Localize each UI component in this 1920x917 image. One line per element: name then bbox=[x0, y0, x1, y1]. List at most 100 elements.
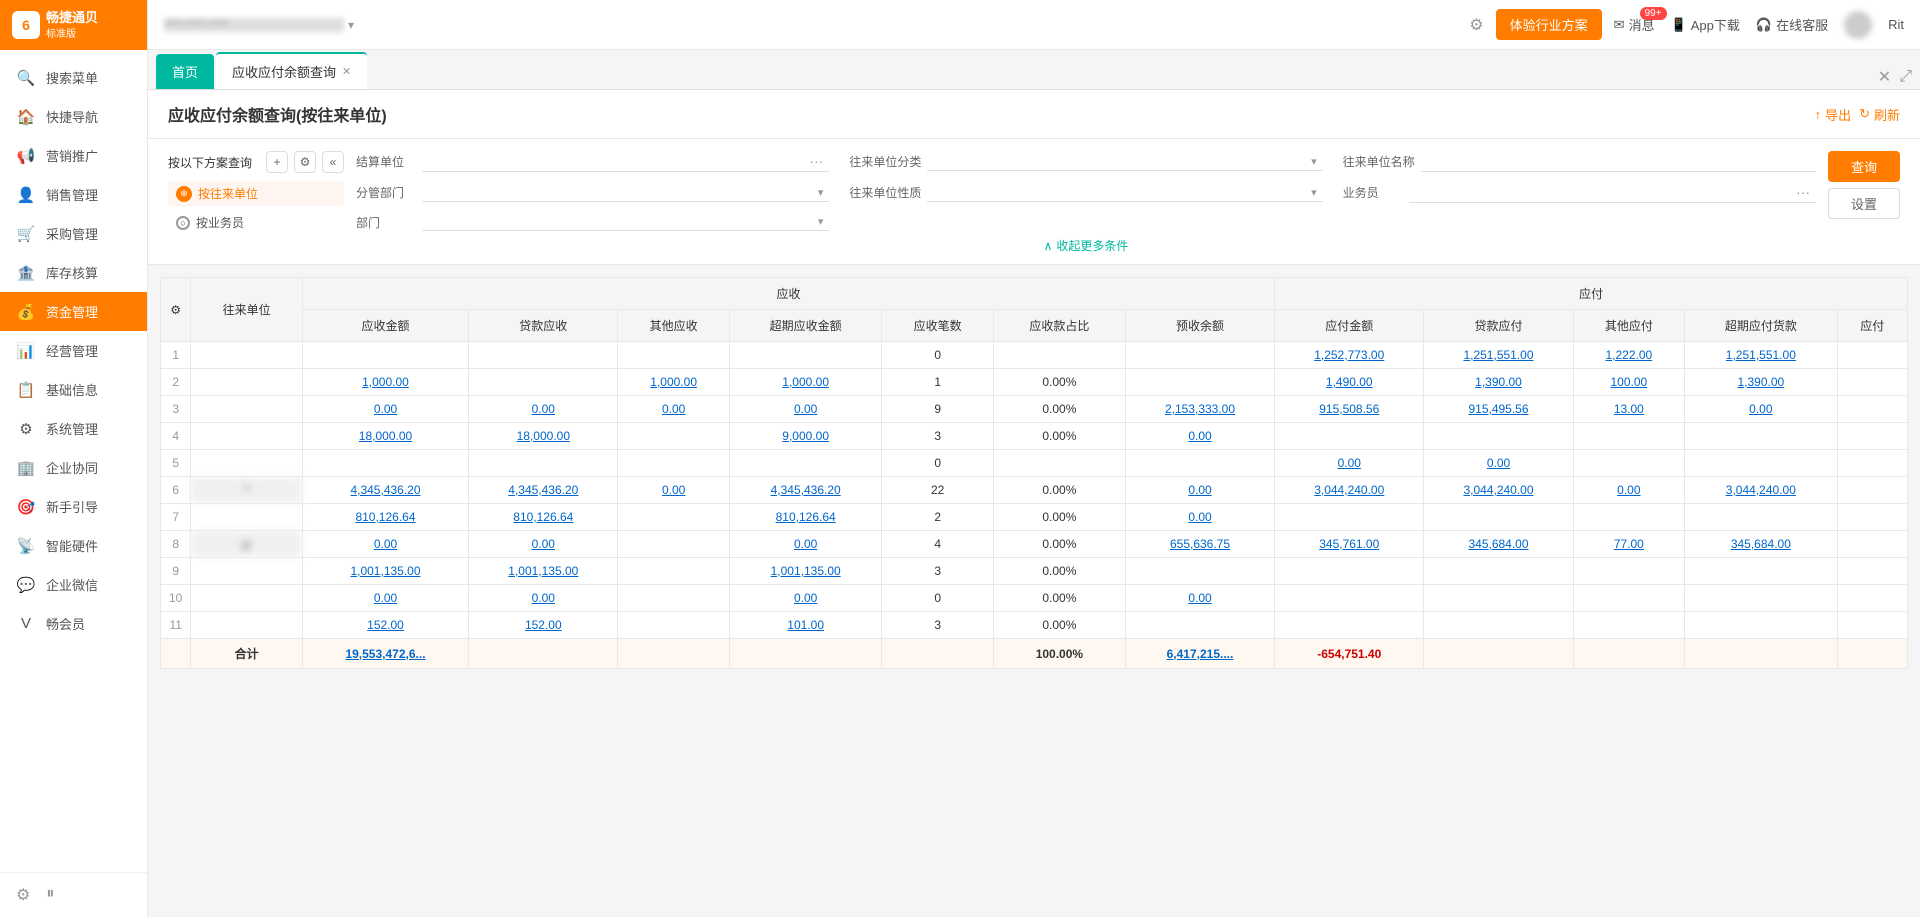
row-recv-overdue[interactable]: 0.00 bbox=[729, 585, 882, 612]
row-recv-overdue[interactable]: 1,001,135.00 bbox=[729, 558, 882, 585]
export-button[interactable]: ↑ 导出 bbox=[1815, 105, 1852, 124]
row-pay-loan[interactable]: 915,495.56 bbox=[1424, 396, 1573, 423]
row-recv-amt[interactable]: 810,126.64 bbox=[302, 504, 468, 531]
solution-button[interactable]: 体验行业方案 bbox=[1496, 9, 1602, 40]
row-recv-amt[interactable]: 0.00 bbox=[302, 585, 468, 612]
row-pay-other[interactable]: 77.00 bbox=[1573, 531, 1684, 558]
pause-icon[interactable]: ⏸ bbox=[46, 885, 54, 905]
partner-category-select[interactable]: ▾ bbox=[927, 153, 1322, 171]
row-prepay[interactable]: 0.00 bbox=[1125, 423, 1274, 450]
tab-balance[interactable]: 应收应付余额查询 ✕ bbox=[216, 52, 367, 89]
row-prepay[interactable]: 0.00 bbox=[1125, 585, 1274, 612]
row-pay-amt[interactable]: 915,508.56 bbox=[1275, 396, 1424, 423]
collapse-filter-button[interactable]: ∧ 收起更多条件 bbox=[356, 231, 1816, 260]
row-pay-amt[interactable]: 3,044,240.00 bbox=[1275, 477, 1424, 504]
dept-select[interactable]: ▾ bbox=[422, 184, 829, 202]
row-pay-other[interactable]: 13.00 bbox=[1573, 396, 1684, 423]
row-pay-other[interactable]: 100.00 bbox=[1573, 369, 1684, 396]
row-pay-amt[interactable]: 345,761.00 bbox=[1275, 531, 1424, 558]
table-settings-header[interactable]: ⚙ bbox=[161, 278, 191, 342]
row-pay-amt[interactable]: 1,490.00 bbox=[1275, 369, 1424, 396]
row-pay-loan[interactable]: 0.00 bbox=[1424, 450, 1573, 477]
gear-icon[interactable]: ⚙ bbox=[1469, 15, 1483, 35]
maximize-window-icon[interactable]: ⤢ bbox=[1899, 68, 1912, 86]
add-scheme-button[interactable]: + bbox=[266, 151, 288, 173]
partner-name-input[interactable] bbox=[1421, 151, 1816, 172]
row-recv-overdue[interactable]: 0.00 bbox=[729, 396, 882, 423]
footer-prepay[interactable]: 6,417,215.... bbox=[1125, 639, 1274, 669]
row-pay-loan[interactable]: 1,390.00 bbox=[1424, 369, 1573, 396]
scheme-by-partner[interactable]: ⊕ 按往来单位 bbox=[168, 181, 344, 206]
row-recv-amt[interactable]: 1,001,135.00 bbox=[302, 558, 468, 585]
breadcrumb-dropdown-icon[interactable]: ▾ bbox=[348, 18, 354, 32]
row-recv-overdue[interactable]: 1,000.00 bbox=[729, 369, 882, 396]
sidebar-item-inventory[interactable]: 🏦 库存核算 bbox=[0, 253, 147, 292]
row-recv-other[interactable]: 0.00 bbox=[618, 396, 729, 423]
row-recv-loan[interactable]: 0.00 bbox=[469, 396, 618, 423]
row-recv-amt[interactable]: 18,000.00 bbox=[302, 423, 468, 450]
salesperson-input[interactable]: ··· bbox=[1409, 182, 1816, 203]
refresh-button[interactable]: ↻ 刷新 bbox=[1859, 105, 1900, 124]
settings-button[interactable]: 设置 bbox=[1828, 188, 1900, 219]
row-recv-amt[interactable]: 0.00 bbox=[302, 396, 468, 423]
row-pay-other[interactable]: 1,222.00 bbox=[1573, 342, 1684, 369]
row-recv-loan[interactable]: 0.00 bbox=[469, 531, 618, 558]
row-recv-amt[interactable]: 0.00 bbox=[302, 531, 468, 558]
sidebar-item-search[interactable]: 🔍 搜索菜单 bbox=[0, 58, 147, 97]
row-recv-loan[interactable]: 152.00 bbox=[469, 612, 618, 639]
settlement-input[interactable]: ··· bbox=[422, 151, 829, 172]
sidebar-item-operation[interactable]: 📊 经营管理 bbox=[0, 331, 147, 370]
sidebar-item-sales[interactable]: 👤 销售管理 bbox=[0, 175, 147, 214]
unit-dept-select[interactable]: ▾ bbox=[422, 213, 829, 231]
row-recv-other[interactable]: 1,000.00 bbox=[618, 369, 729, 396]
sidebar-item-system[interactable]: ⚙ 系统管理 bbox=[0, 409, 147, 448]
row-recv-loan[interactable]: 18,000.00 bbox=[469, 423, 618, 450]
row-recv-overdue[interactable]: 0.00 bbox=[729, 531, 882, 558]
row-pay-overdue[interactable]: 3,044,240.00 bbox=[1685, 477, 1838, 504]
row-pay-loan[interactable]: 3,044,240.00 bbox=[1424, 477, 1573, 504]
online-service-button[interactable]: 🎧 在线客服 bbox=[1756, 15, 1828, 34]
row-recv-overdue[interactable]: 810,126.64 bbox=[729, 504, 882, 531]
settlement-dots-icon[interactable]: ··· bbox=[809, 153, 823, 169]
row-pay-overdue[interactable]: 345,684.00 bbox=[1685, 531, 1838, 558]
row-recv-loan[interactable]: 4,345,436.20 bbox=[469, 477, 618, 504]
row-recv-loan[interactable]: 1,001,135.00 bbox=[469, 558, 618, 585]
sidebar-item-quick[interactable]: 🏠 快捷导航 bbox=[0, 97, 147, 136]
row-recv-amt[interactable]: 1,000.00 bbox=[302, 369, 468, 396]
row-prepay[interactable]: 0.00 bbox=[1125, 477, 1274, 504]
row-recv-overdue[interactable]: 9,000.00 bbox=[729, 423, 882, 450]
app-download-button[interactable]: 📱 App下载 bbox=[1671, 15, 1740, 34]
row-recv-loan[interactable]: 0.00 bbox=[469, 585, 618, 612]
tab-close-icon[interactable]: ✕ bbox=[342, 65, 351, 78]
row-pay-loan[interactable]: 345,684.00 bbox=[1424, 531, 1573, 558]
message-button[interactable]: ✉ 消息 99+ bbox=[1614, 15, 1655, 34]
row-prepay[interactable]: 0.00 bbox=[1125, 504, 1274, 531]
row-recv-loan[interactable]: 810,126.64 bbox=[469, 504, 618, 531]
scheme-by-salesperson[interactable]: ○ 按业务员 bbox=[168, 210, 344, 235]
settings-icon[interactable]: ⚙ bbox=[16, 885, 30, 905]
sidebar-item-purchase[interactable]: 🛒 采购管理 bbox=[0, 214, 147, 253]
row-pay-overdue[interactable]: 1,390.00 bbox=[1685, 369, 1838, 396]
sidebar-item-basic[interactable]: 📋 基础信息 bbox=[0, 370, 147, 409]
row-recv-amt[interactable]: 4,345,436.20 bbox=[302, 477, 468, 504]
row-recv-overdue[interactable]: 101.00 bbox=[729, 612, 882, 639]
row-prepay[interactable]: 2,153,333.00 bbox=[1125, 396, 1274, 423]
row-pay-other[interactable]: 0.00 bbox=[1573, 477, 1684, 504]
sidebar-item-hardware[interactable]: 📡 智能硬件 bbox=[0, 526, 147, 565]
sidebar-item-marketing[interactable]: 📢 营销推广 bbox=[0, 136, 147, 175]
sidebar-item-wechat[interactable]: 💬 企业微信 bbox=[0, 565, 147, 604]
row-recv-overdue[interactable]: 4,345,436.20 bbox=[729, 477, 882, 504]
salesperson-dots-icon[interactable]: ··· bbox=[1796, 184, 1810, 200]
sidebar-item-vip[interactable]: V 畅会员 bbox=[0, 604, 147, 643]
close-window-icon[interactable]: ✕ bbox=[1878, 67, 1891, 87]
query-button[interactable]: 查询 bbox=[1828, 151, 1900, 182]
row-recv-other[interactable]: 0.00 bbox=[618, 477, 729, 504]
settings-scheme-button[interactable]: ⚙ bbox=[294, 151, 316, 173]
row-pay-amt[interactable]: 0.00 bbox=[1275, 450, 1424, 477]
sidebar-item-guide[interactable]: 🎯 新手引导 bbox=[0, 487, 147, 526]
row-recv-amt[interactable]: 152.00 bbox=[302, 612, 468, 639]
row-pay-amt[interactable]: 1,252,773.00 bbox=[1275, 342, 1424, 369]
tab-home[interactable]: 首页 bbox=[156, 54, 214, 89]
sidebar-item-enterprise[interactable]: 🏢 企业协同 bbox=[0, 448, 147, 487]
row-pay-overdue[interactable]: 0.00 bbox=[1685, 396, 1838, 423]
